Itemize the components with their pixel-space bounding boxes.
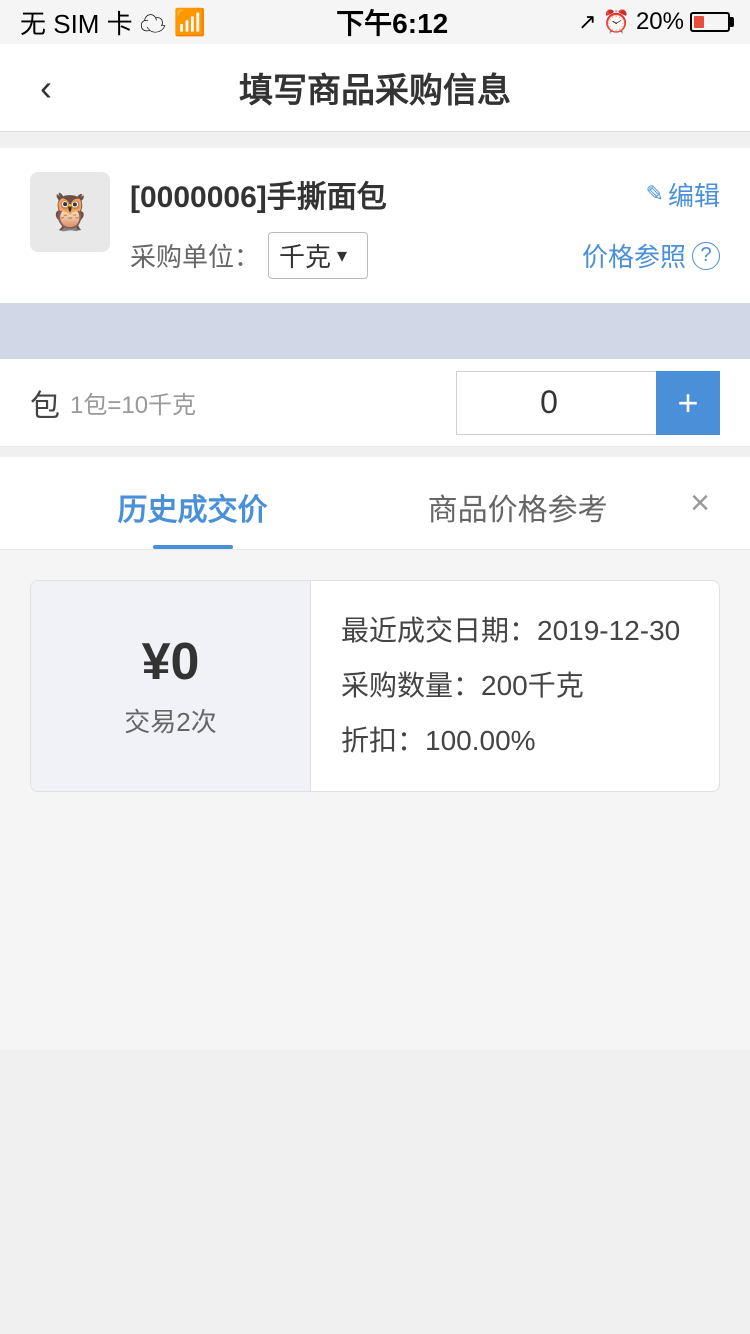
history-card: ¥0 交易2次 最近成交日期：2019-12-30 采购数量：200千克 折扣：… (30, 580, 720, 792)
discount-value: 100.00% (425, 725, 536, 756)
tab-history-label: 历史成交价 (118, 494, 268, 527)
status-time: 下午6:12 (336, 2, 448, 42)
history-trade-count: 交易2次 (124, 702, 216, 739)
nav-bar: ‹ 填写商品采购信息 (0, 44, 750, 132)
history-discount: 折扣：100.00% (341, 721, 689, 760)
product-name: [0000006]手撕面包 (130, 172, 387, 216)
history-latest-date: 最近成交日期：2019-12-30 (341, 611, 689, 650)
unit-select[interactable]: 千克 (268, 232, 368, 279)
wifi-icon: 📶 (174, 7, 206, 38)
tab-price-ref-label: 商品价格参考 (428, 494, 608, 527)
product-header: 🦉 [0000006]手撕面包 ✎ 编辑 采购单位： 千克 价格参照 ? (30, 172, 720, 279)
status-bar: 无 SIM 卡 ☁ 📶 下午6:12 ↗ ⏰ 20% (0, 0, 750, 44)
battery-indicator (690, 12, 730, 32)
tab-bar: 历史成交价 商品价格参考 × (0, 457, 750, 550)
tab-product-price-ref[interactable]: 商品价格参考 (355, 457, 680, 549)
qty-unit-label: 包 (30, 381, 60, 425)
qty-unit-info: 1包=10千克 (70, 385, 196, 420)
qty-input[interactable] (456, 371, 656, 435)
product-info: [0000006]手撕面包 ✎ 编辑 采购单位： 千克 价格参照 ? (130, 172, 720, 279)
product-name-row: [0000006]手撕面包 ✎ 编辑 (130, 172, 720, 216)
help-icon: ? (692, 242, 720, 270)
qty-controls: + (456, 371, 720, 435)
quantity-section: 包 1包=10千克 + (0, 359, 750, 447)
price-ref-button[interactable]: 价格参照 ? (582, 237, 720, 274)
product-owl-icon: 🦉 (48, 191, 93, 233)
product-card: 🦉 [0000006]手撕面包 ✎ 编辑 采购单位： 千克 价格参照 ? (0, 148, 750, 303)
back-button[interactable]: ‹ (30, 57, 62, 119)
history-price-section: ¥0 交易2次 (31, 581, 311, 791)
tab-history-price[interactable]: 历史成交价 (30, 457, 355, 549)
unit-label-text: 采购单位： (130, 237, 260, 274)
product-unit-row: 采购单位： 千克 价格参照 ? (130, 232, 720, 279)
status-right: ↗ ⏰ 20% (578, 8, 730, 36)
product-thumbnail: 🦉 (30, 172, 110, 252)
history-price-value: ¥0 (142, 632, 200, 692)
history-quantity: 采购数量：200千克 (341, 666, 689, 705)
page-title: 填写商品采购信息 (239, 63, 511, 112)
qty-plus-button[interactable]: + (656, 371, 720, 435)
edit-icon: ✎ (646, 181, 664, 207)
discount-label: 折扣： (341, 725, 425, 756)
alarm-icon: ⏰ (603, 9, 630, 35)
battery-percent: 20% (636, 8, 684, 36)
unit-label: 采购单位： 千克 (130, 232, 368, 279)
edit-label: 编辑 (668, 176, 720, 213)
edit-button[interactable]: ✎ 编辑 (646, 176, 720, 213)
status-left: 无 SIM 卡 ☁ 📶 (20, 4, 206, 41)
content-area: ¥0 交易2次 最近成交日期：2019-12-30 采购数量：200千克 折扣：… (0, 550, 750, 1050)
location-icon: ↗ (578, 9, 596, 35)
qty-label: 包 1包=10千克 (30, 381, 196, 425)
quantity-divider (0, 303, 750, 359)
history-details-section: 最近成交日期：2019-12-30 采购数量：200千克 折扣：100.00% (311, 581, 719, 791)
latest-date-value: 2019-12-30 (537, 615, 680, 646)
sim-text: 无 SIM 卡 ☁ (20, 4, 166, 41)
quantity-label: 采购数量： (341, 670, 481, 701)
latest-date-label: 最近成交日期： (341, 615, 537, 646)
quantity-value: 200千克 (481, 670, 584, 701)
tab-close-button[interactable]: × (680, 464, 720, 543)
price-ref-label: 价格参照 (582, 237, 686, 274)
